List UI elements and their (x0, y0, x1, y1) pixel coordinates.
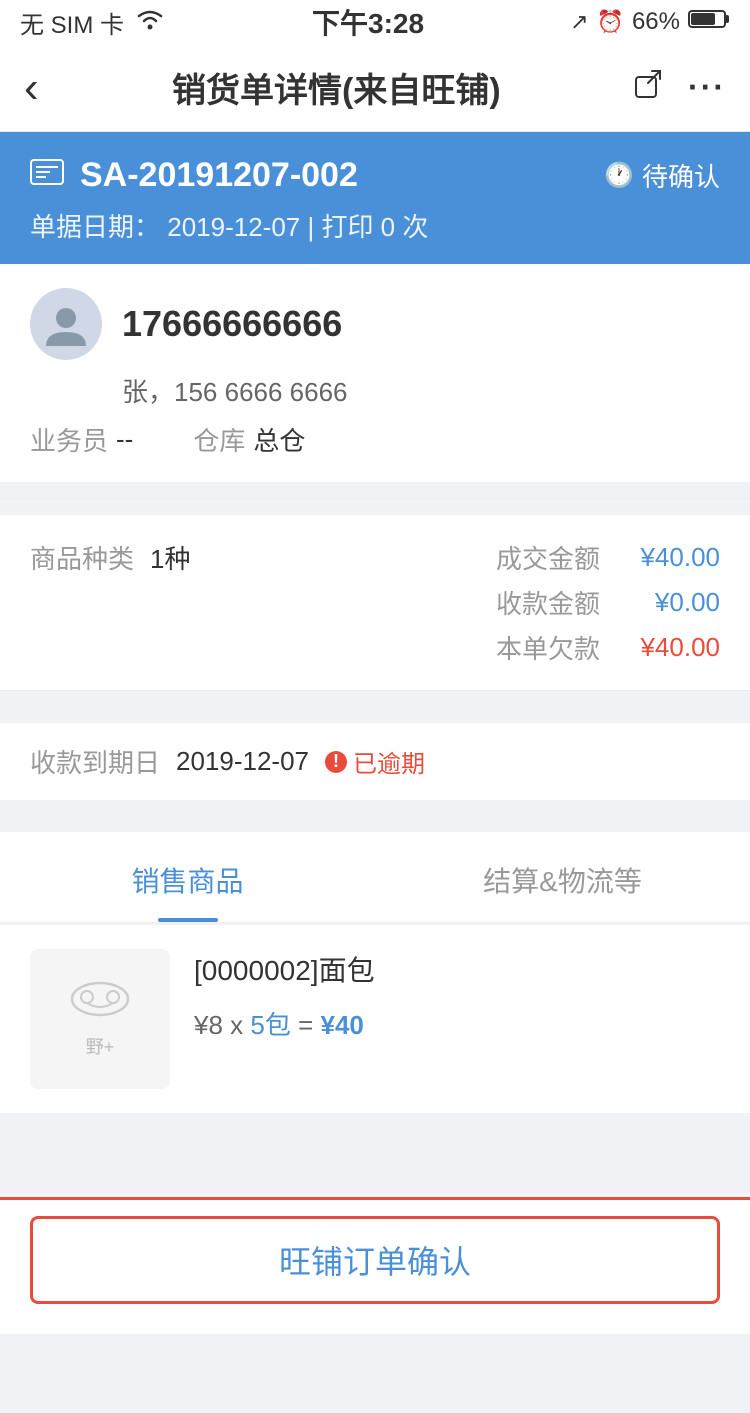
price-base: ¥8 (194, 1010, 223, 1040)
overdue-badge: ! 已逾期 (325, 744, 425, 779)
deal-amount-label: 成交金额 (496, 539, 600, 576)
collected-value: ¥0.00 (620, 587, 720, 618)
back-button[interactable]: ‹ (24, 63, 39, 113)
carrier-text: 无 SIM 卡 (20, 5, 124, 40)
order-header: SA-20191207-002 🕐 待确认 单据日期： 2019-12-07 |… (0, 132, 750, 264)
product-thumbnail: 野+ (30, 949, 170, 1089)
alarm-icon: ⏰ (597, 9, 624, 35)
share-icon[interactable] (634, 69, 664, 106)
status-time: 下午3:28 (312, 2, 424, 42)
tab-settlement[interactable]: 结算&物流等 (375, 832, 750, 922)
deal-amount-value: ¥40.00 (620, 542, 720, 573)
customer-phone: 17666666666 (122, 303, 342, 345)
multiply-sign: x (230, 1010, 250, 1040)
stats-section: 商品种类 1种 成交金额 ¥40.00 收款金额 ¥0.00 本单欠款 ¥40.… (0, 515, 750, 690)
bottom-bar: 旺铺订单确认 (0, 1197, 750, 1334)
salesman-value: -- (116, 424, 133, 455)
product-info: [0000002]面包 ¥8 x 5包 = ¥40 (194, 949, 720, 1089)
customer-meta: 业务员 -- 仓库 总仓 (30, 421, 720, 458)
stats-right: 成交金额 ¥40.00 收款金额 ¥0.00 本单欠款 ¥40.00 (496, 539, 720, 666)
overdue-icon: ! (325, 751, 347, 773)
salesman-label: 业务员 (30, 421, 108, 458)
wifi-icon (134, 8, 166, 37)
status-right: ↗ ⏰ 66% (570, 8, 730, 37)
gray-sep-1 (0, 499, 750, 515)
tabs-section: 销售商品 结算&物流等 (0, 832, 750, 923)
price-total: ¥40 (321, 1010, 364, 1040)
page-title: 销货单详情(来自旺铺) (172, 63, 501, 112)
order-id: SA-20191207-002 (80, 156, 358, 195)
due-date: 2019-12-07 (176, 746, 309, 777)
avatar (30, 288, 102, 360)
gray-sep-3 (0, 800, 750, 816)
tab-sales-products[interactable]: 销售商品 (0, 832, 375, 922)
nav-bar: ‹ 销货单详情(来自旺铺) ··· (0, 44, 750, 132)
stats-left: 商品种类 1种 (30, 539, 190, 576)
customer-name: 张，156 6666 6666 (30, 372, 720, 409)
warehouse-info: 仓库 总仓 (193, 421, 305, 458)
order-id-row: SA-20191207-002 🕐 待确认 (30, 156, 720, 195)
gray-sep-2 (0, 691, 750, 707)
battery-text: 66% (632, 8, 680, 36)
owed-value: ¥40.00 (620, 632, 720, 663)
nav-actions: ··· (634, 69, 726, 106)
battery-icon (688, 8, 730, 37)
owed-row: 本单欠款 ¥40.00 (496, 629, 720, 666)
status-bar: 无 SIM 卡 下午3:28 ↗ ⏰ 66% (0, 0, 750, 44)
status-clock-icon: 🕐 (604, 161, 634, 190)
more-icon[interactable]: ··· (688, 69, 726, 106)
category-label: 商品种类 (30, 539, 134, 576)
confirm-order-button[interactable]: 旺铺订单确认 (30, 1216, 720, 1304)
collected-row: 收款金额 ¥0.00 (496, 584, 720, 621)
customer-section: 17666666666 张，156 6666 6666 业务员 -- 仓库 总仓 (0, 264, 750, 482)
owed-label: 本单欠款 (496, 629, 600, 666)
order-status: 🕐 待确认 (604, 157, 720, 194)
due-label: 收款到期日 (30, 743, 160, 780)
customer-row: 17666666666 (30, 288, 720, 360)
product-price: ¥8 x 5包 = ¥40 (194, 1005, 720, 1042)
order-icon (30, 159, 64, 193)
equals-sign: = (298, 1010, 320, 1040)
product-name: [0000002]面包 (194, 949, 720, 989)
location-icon: ↗ (570, 9, 588, 35)
warehouse-label: 仓库 (193, 421, 245, 458)
category-value: 1种 (150, 539, 190, 576)
deal-amount-row: 成交金额 ¥40.00 (496, 539, 720, 576)
status-left: 无 SIM 卡 (20, 5, 166, 40)
price-qty: 5包 (250, 1010, 290, 1040)
salesman-info: 业务员 -- (30, 421, 133, 458)
order-date: 单据日期： 2019-12-07 | 打印 0 次 (30, 207, 720, 244)
warehouse-value: 总仓 (253, 421, 305, 458)
due-section: 收款到期日 2019-12-07 ! 已逾期 (0, 723, 750, 800)
collected-label: 收款金额 (496, 584, 600, 621)
status-text: 待确认 (642, 157, 720, 194)
product-item: 野+ [0000002]面包 ¥8 x 5包 = ¥40 (0, 925, 750, 1113)
overdue-text: 已逾期 (353, 744, 425, 779)
